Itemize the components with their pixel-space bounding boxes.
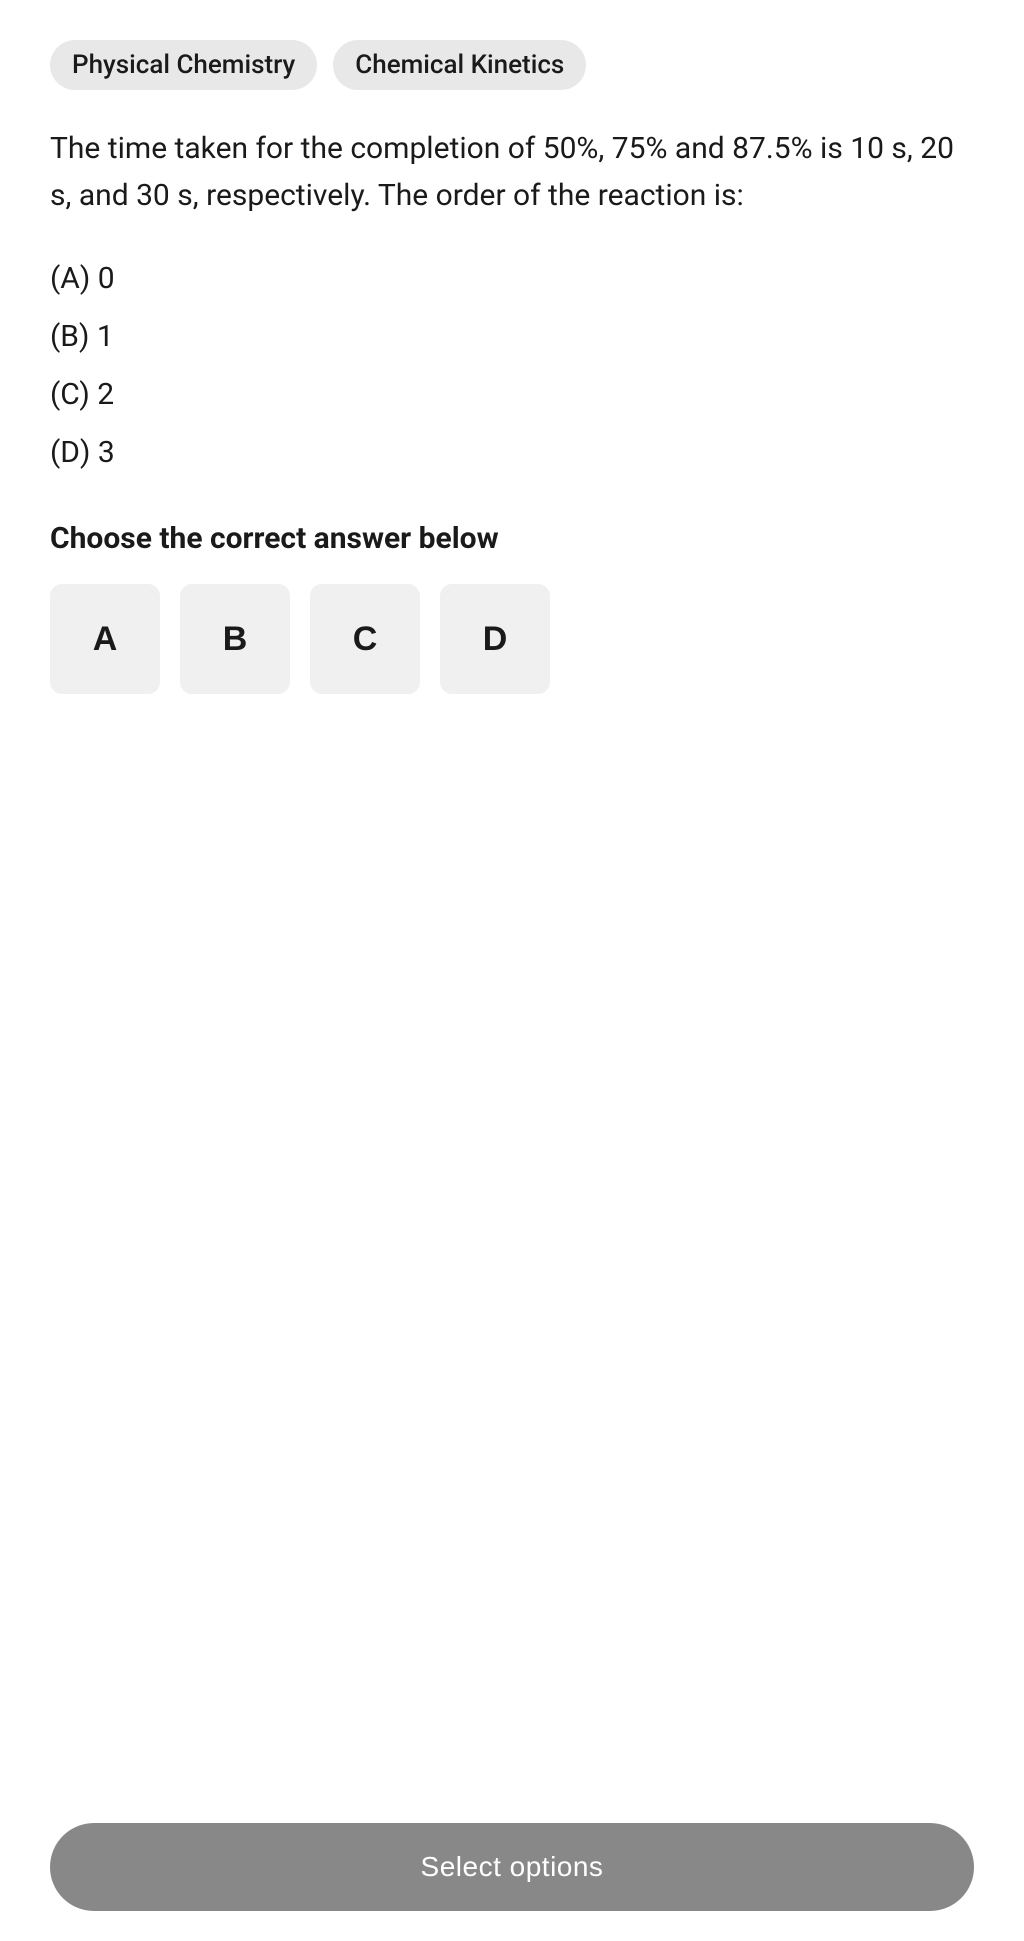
option-a: (A) 0 xyxy=(50,255,974,303)
answer-button-c[interactable]: C xyxy=(310,584,420,694)
answer-buttons: A B C D xyxy=(50,584,974,694)
page-container: Physical Chemistry Chemical Kinetics The… xyxy=(0,0,1024,1941)
option-d: (D) 3 xyxy=(50,429,974,477)
question-text: The time taken for the completion of 50%… xyxy=(50,126,974,219)
bottom-bar: Select options xyxy=(0,1803,1024,1941)
tag-physical-chemistry: Physical Chemistry xyxy=(50,40,317,90)
tag-chemical-kinetics: Chemical Kinetics xyxy=(333,40,586,90)
option-b: (B) 1 xyxy=(50,313,974,361)
answer-button-d[interactable]: D xyxy=(440,584,550,694)
option-c: (C) 2 xyxy=(50,371,974,419)
options-list: (A) 0 (B) 1 (C) 2 (D) 3 xyxy=(50,255,974,477)
answer-button-a[interactable]: A xyxy=(50,584,160,694)
select-options-button[interactable]: Select options xyxy=(50,1823,974,1911)
choose-label: Choose the correct answer below xyxy=(50,521,974,556)
tags-row: Physical Chemistry Chemical Kinetics xyxy=(50,40,974,90)
answer-button-b[interactable]: B xyxy=(180,584,290,694)
